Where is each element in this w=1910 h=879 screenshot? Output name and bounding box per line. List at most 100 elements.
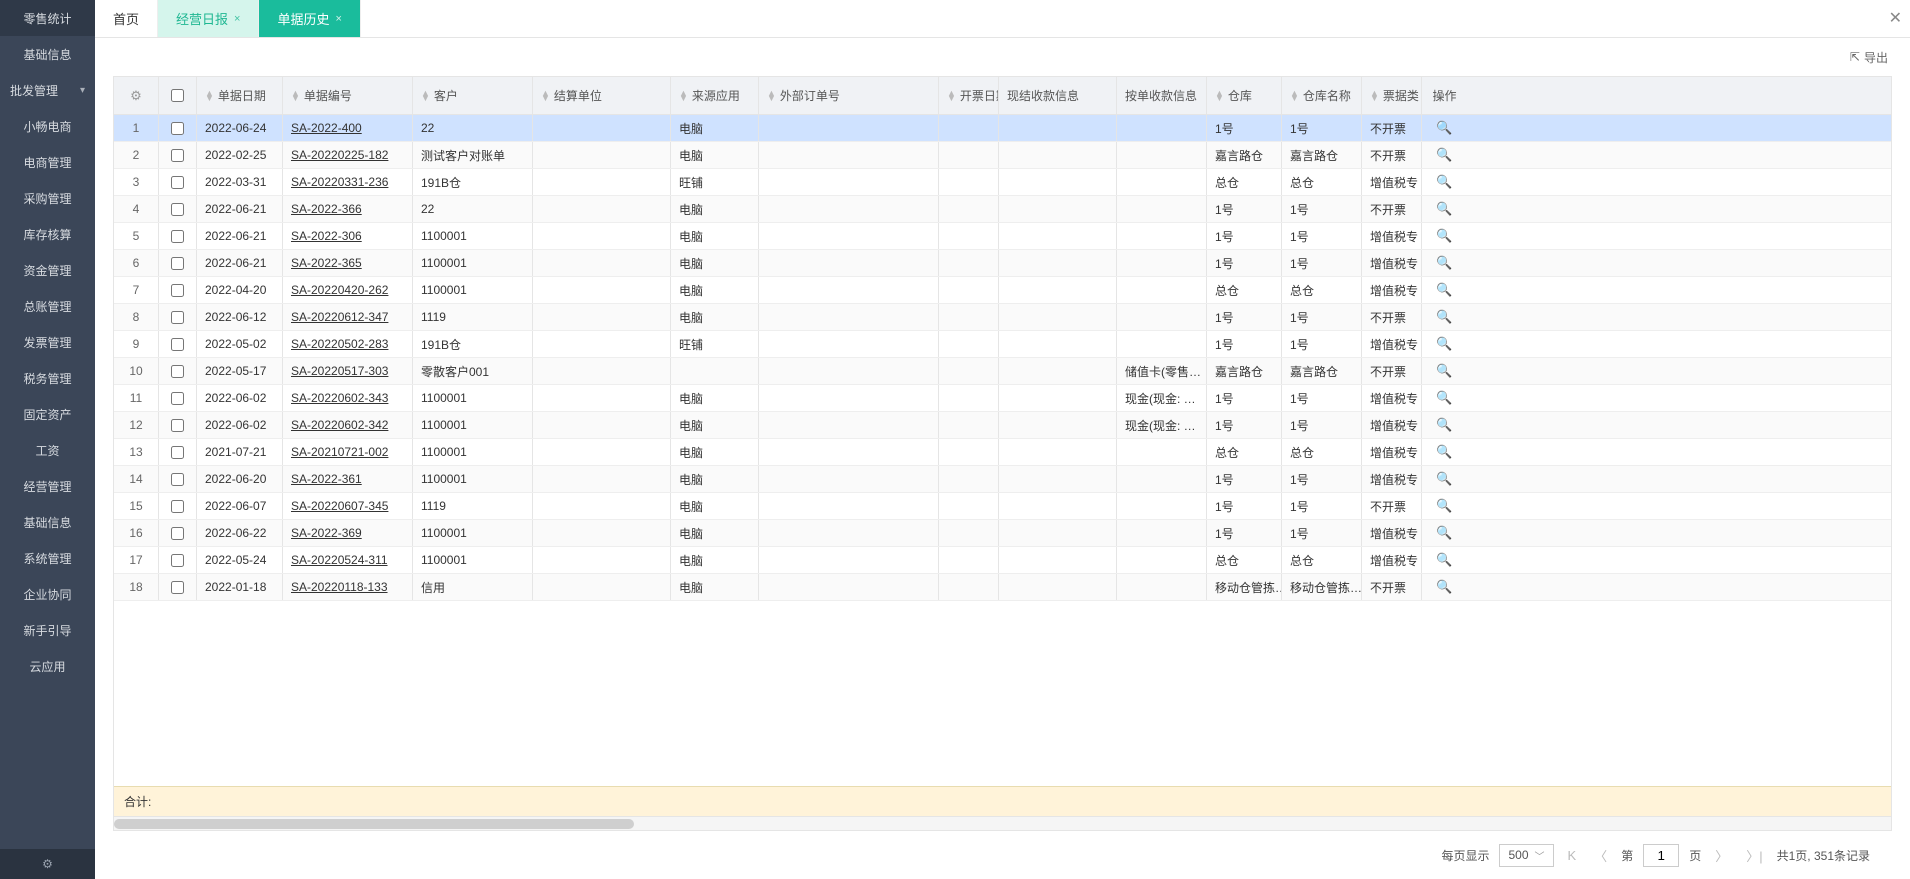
table-row[interactable]: 42022-06-21SA-2022-36622电脑1号1号不开票🔍 — [114, 196, 1891, 223]
view-icon[interactable]: 🔍 — [1436, 525, 1452, 541]
doc-no-link[interactable]: SA-2022-361 — [291, 472, 362, 486]
view-icon[interactable]: 🔍 — [1436, 201, 1452, 217]
view-icon[interactable]: 🔍 — [1436, 336, 1452, 352]
table-row[interactable]: 172022-05-24SA-20220524-3111100001电脑总仓总仓… — [114, 547, 1891, 574]
view-icon[interactable]: 🔍 — [1436, 174, 1452, 190]
doc-no-link[interactable]: SA-20220607-345 — [291, 499, 388, 513]
row-checkbox[interactable] — [171, 554, 184, 567]
table-row[interactable]: 102022-05-17SA-20220517-303零散客户001储值卡(零售… — [114, 358, 1891, 385]
col-unit[interactable]: ▲▼结算单位 — [533, 77, 671, 114]
close-icon[interactable]: × — [335, 13, 341, 25]
export-icon[interactable]: ⇱ — [1850, 50, 1860, 64]
sidebar-item[interactable]: 资金管理 — [0, 252, 95, 288]
col-bill-info[interactable]: 按单收款信息 — [1117, 77, 1207, 114]
sidebar-item[interactable]: 经营管理 — [0, 468, 95, 504]
row-checkbox[interactable] — [171, 230, 184, 243]
view-icon[interactable]: 🔍 — [1436, 579, 1452, 595]
first-page-button[interactable]: K — [1564, 848, 1581, 863]
view-icon[interactable]: 🔍 — [1436, 309, 1452, 325]
doc-no-link[interactable]: SA-2022-306 — [291, 229, 362, 243]
sidebar-item[interactable]: 小畅电商 — [0, 108, 95, 144]
page-size-select[interactable]: 500 ﹀ — [1499, 844, 1553, 867]
table-row[interactable]: 32022-03-31SA-20220331-236191B仓旺铺总仓总仓增值税… — [114, 169, 1891, 196]
view-icon[interactable]: 🔍 — [1436, 417, 1452, 433]
row-select[interactable] — [159, 412, 197, 438]
row-select[interactable] — [159, 196, 197, 222]
horizontal-scrollbar[interactable] — [114, 816, 1891, 830]
close-all-tabs-icon[interactable]: ✕ — [1889, 8, 1902, 28]
col-settings[interactable]: ⚙ — [114, 77, 159, 114]
sidebar-item[interactable]: 基础信息 — [0, 36, 95, 72]
view-icon[interactable]: 🔍 — [1436, 471, 1452, 487]
sidebar-item[interactable]: 库存核算 — [0, 216, 95, 252]
row-select[interactable] — [159, 574, 197, 600]
row-select[interactable] — [159, 385, 197, 411]
row-checkbox[interactable] — [171, 500, 184, 513]
doc-no-link[interactable]: SA-20210721-002 — [291, 445, 388, 459]
col-invoice-date[interactable]: ▲▼开票日期 — [939, 77, 999, 114]
close-icon[interactable]: × — [234, 13, 240, 25]
doc-no-link[interactable]: SA-20220118-133 — [291, 580, 388, 594]
row-checkbox[interactable] — [171, 203, 184, 216]
table-row[interactable]: 22022-02-25SA-20220225-182测试客户对账单电脑嘉言路仓嘉… — [114, 142, 1891, 169]
row-select[interactable] — [159, 142, 197, 168]
row-select[interactable] — [159, 547, 197, 573]
row-checkbox[interactable] — [171, 446, 184, 459]
sidebar-item[interactable]: 系统管理 — [0, 540, 95, 576]
doc-no-link[interactable]: SA-20220524-311 — [291, 553, 388, 567]
row-select[interactable] — [159, 520, 197, 546]
table-row[interactable]: 182022-01-18SA-20220118-133信用电脑移动仓管拣…移动仓… — [114, 574, 1891, 601]
row-select[interactable] — [159, 493, 197, 519]
table-row[interactable]: 142022-06-20SA-2022-3611100001电脑1号1号增值税专… — [114, 466, 1891, 493]
row-checkbox[interactable] — [171, 122, 184, 135]
col-source[interactable]: ▲▼来源应用 — [671, 77, 759, 114]
row-select[interactable] — [159, 358, 197, 384]
view-icon[interactable]: 🔍 — [1436, 147, 1452, 163]
doc-no-link[interactable]: SA-2022-400 — [291, 121, 362, 135]
row-select[interactable] — [159, 250, 197, 276]
row-select[interactable] — [159, 331, 197, 357]
sidebar-item[interactable]: 基础信息 — [0, 504, 95, 540]
doc-no-link[interactable]: SA-2022-365 — [291, 256, 362, 270]
doc-no-link[interactable]: SA-2022-369 — [291, 526, 362, 540]
table-row[interactable]: 132021-07-21SA-20210721-0021100001电脑总仓总仓… — [114, 439, 1891, 466]
sidebar-item[interactable]: 零售统计 — [0, 0, 95, 36]
row-checkbox[interactable] — [171, 419, 184, 432]
view-icon[interactable]: 🔍 — [1436, 498, 1452, 514]
sidebar-item[interactable]: 企业协同 — [0, 576, 95, 612]
table-row[interactable]: 12022-06-24SA-2022-40022电脑1号1号不开票🔍 — [114, 115, 1891, 142]
prev-page-button[interactable]: 〈 — [1590, 846, 1611, 865]
row-checkbox[interactable] — [171, 581, 184, 594]
view-icon[interactable]: 🔍 — [1436, 444, 1452, 460]
row-select[interactable] — [159, 304, 197, 330]
col-warehouse-name[interactable]: ▲▼仓库名称 — [1282, 77, 1362, 114]
sidebar-item[interactable]: 新手引导 — [0, 612, 95, 648]
row-checkbox[interactable] — [171, 149, 184, 162]
doc-no-link[interactable]: SA-20220420-262 — [291, 283, 388, 297]
row-checkbox[interactable] — [171, 365, 184, 378]
scrollbar-thumb[interactable] — [114, 819, 634, 829]
sidebar-item[interactable]: 固定资产 — [0, 396, 95, 432]
view-icon[interactable]: 🔍 — [1436, 390, 1452, 406]
view-icon[interactable]: 🔍 — [1436, 363, 1452, 379]
doc-no-link[interactable]: SA-20220517-303 — [291, 364, 388, 378]
sidebar-item[interactable]: 云应用 — [0, 648, 95, 684]
sidebar-item[interactable]: 批发管理▾ — [0, 72, 95, 108]
col-no[interactable]: ▲▼单据编号 — [283, 77, 413, 114]
col-date[interactable]: ▲▼单据日期 — [197, 77, 283, 114]
view-icon[interactable]: 🔍 — [1436, 120, 1452, 136]
last-page-button[interactable]: 〉| — [1742, 846, 1766, 865]
col-customer[interactable]: ▲▼客户 — [413, 77, 533, 114]
sidebar-footer[interactable]: ⚙ — [0, 849, 95, 879]
table-row[interactable]: 162022-06-22SA-2022-3691100001电脑1号1号增值税专… — [114, 520, 1891, 547]
table-row[interactable]: 72022-04-20SA-20220420-2621100001电脑总仓总仓增… — [114, 277, 1891, 304]
row-select[interactable] — [159, 169, 197, 195]
row-checkbox[interactable] — [171, 176, 184, 189]
table-row[interactable]: 112022-06-02SA-20220602-3431100001电脑现金(现… — [114, 385, 1891, 412]
select-all-checkbox[interactable] — [171, 89, 184, 102]
col-cash-info[interactable]: 现结收款信息 — [999, 77, 1117, 114]
table-row[interactable]: 152022-06-07SA-20220607-3451119电脑1号1号不开票… — [114, 493, 1891, 520]
sidebar-item[interactable]: 采购管理 — [0, 180, 95, 216]
doc-no-link[interactable]: SA-20220331-236 — [291, 175, 388, 189]
sidebar-item[interactable]: 发票管理 — [0, 324, 95, 360]
